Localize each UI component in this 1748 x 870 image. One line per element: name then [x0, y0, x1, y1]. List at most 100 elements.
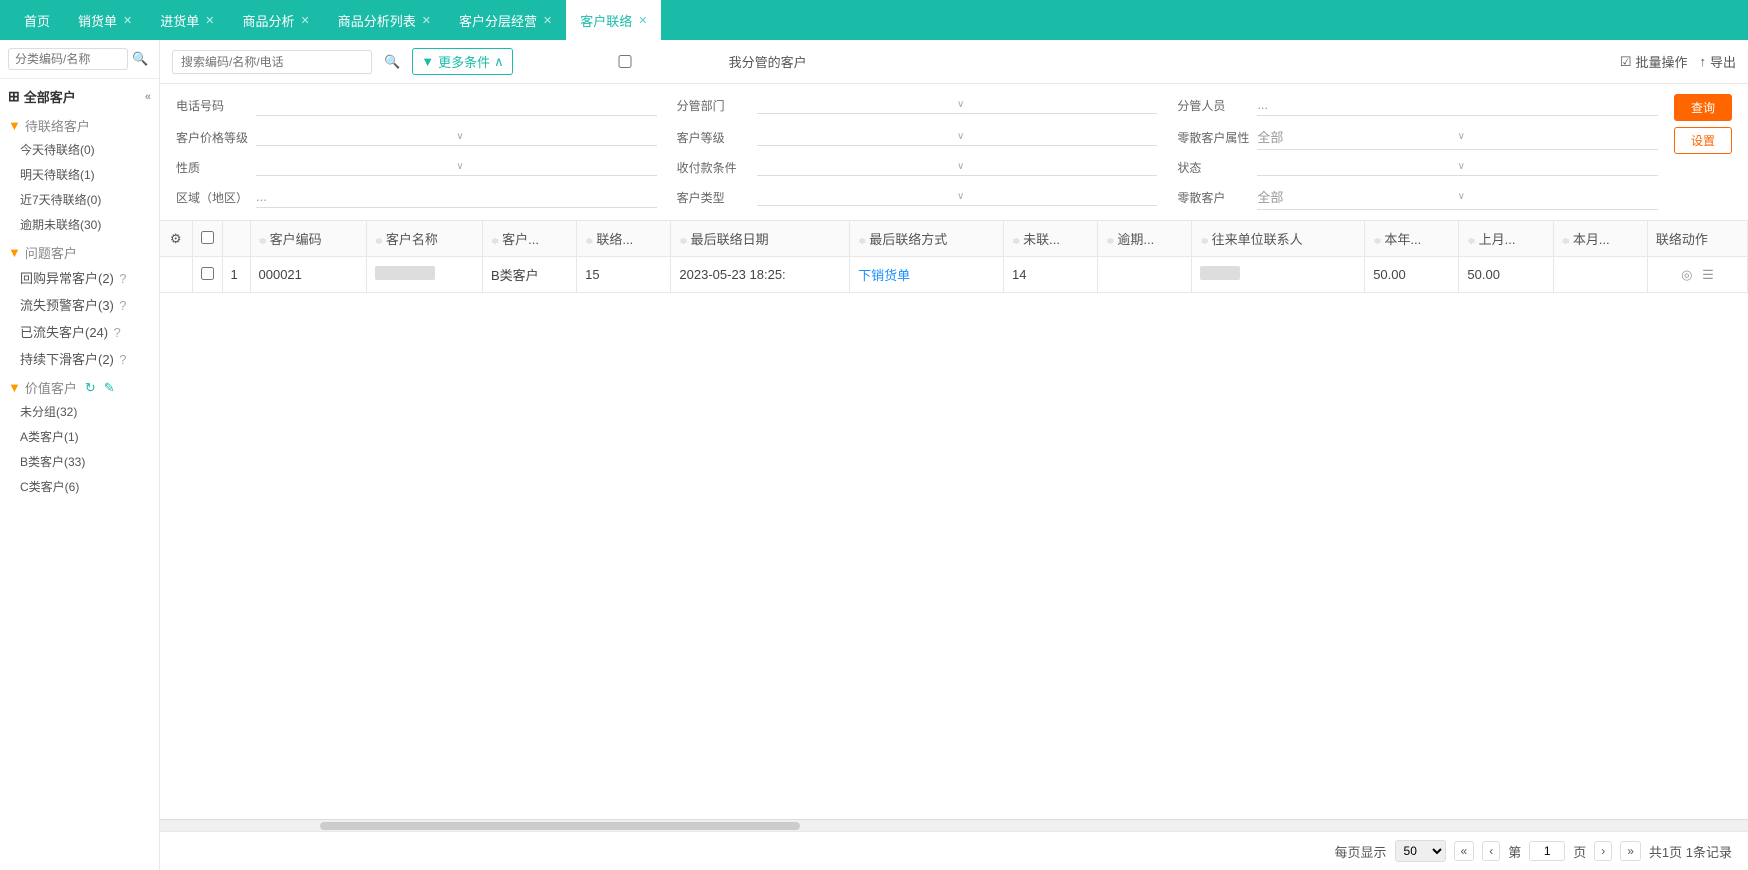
row-code-cell: 000021	[250, 257, 366, 293]
prev-page-btn[interactable]: ‹	[1482, 841, 1500, 861]
col-last-contact-date[interactable]: 最后联络日期	[671, 221, 850, 257]
chevron-icon: ∧	[494, 54, 504, 70]
collapse-icon[interactable]: «	[145, 91, 151, 103]
nav-home[interactable]: 首页	[10, 0, 64, 40]
row-uncontacted-cell: 14	[1003, 257, 1097, 293]
last-contact-method-link[interactable]: 下销货单	[858, 268, 910, 283]
row-checkbox[interactable]	[201, 267, 214, 280]
row-checkbox-cell[interactable]	[192, 257, 222, 293]
my-customers-checkbox-wrap[interactable]: 我分管的客户	[525, 52, 807, 71]
close-icon[interactable]: ✕	[422, 14, 431, 27]
search-icon[interactable]: 🔍	[384, 54, 400, 70]
col-company-contact[interactable]: 往来单位联系人	[1192, 221, 1365, 257]
row-settings-cell	[160, 257, 192, 293]
col-overdue[interactable]: 逾期...	[1098, 221, 1192, 257]
col-customer-name[interactable]: 客户名称	[366, 221, 482, 257]
select-all-checkbox[interactable]	[201, 231, 214, 244]
col-last-contact-method[interactable]: 最后联络方式	[850, 221, 1004, 257]
nav-analysis[interactable]: 商品分析 ✕	[228, 0, 323, 40]
checkbox-icon: ☑	[1620, 54, 1632, 70]
payment-select[interactable]: ∨	[757, 158, 1158, 176]
nature-field: 性质 ∨	[176, 158, 657, 176]
adv-filter-row1: 电话号码 分管部门 ∨	[176, 94, 1658, 116]
nav-sales[interactable]: 销货单 ✕	[64, 0, 146, 40]
last-page-btn[interactable]: »	[1620, 841, 1641, 861]
col-this-year[interactable]: 本年...	[1365, 221, 1459, 257]
retail-customer-select[interactable]: 全部 ∨	[1257, 184, 1658, 210]
col-checkbox[interactable]	[192, 221, 222, 257]
nature-select[interactable]: ∨	[256, 158, 657, 176]
more-conditions-btn[interactable]: ▼ 更多条件 ∧	[412, 48, 512, 75]
content-area: 🔍 ▼ 更多条件 ∧ 我分管的客户 ☑ 批量操作 ↑ 导出	[160, 40, 1748, 870]
close-icon[interactable]: ✕	[205, 14, 214, 27]
sidebar-item-a-class[interactable]: A类客户(1)	[0, 424, 159, 449]
my-customers-checkbox[interactable]	[525, 55, 725, 68]
sidebar-search-input[interactable]	[8, 48, 128, 70]
row-overdue-cell	[1098, 257, 1192, 293]
edit-icon[interactable]: ✎	[104, 380, 115, 396]
sidebar-item-c-class[interactable]: C类客户(6)	[0, 474, 159, 499]
close-icon[interactable]: ✕	[301, 14, 310, 27]
nav-analysis-list[interactable]: 商品分析列表 ✕	[324, 0, 445, 40]
customer-type-select[interactable]: ∨	[757, 188, 1158, 206]
question-icon: ?	[119, 271, 126, 286]
pagination-bar: 每页显示 50 10 20 100 « ‹ 第 页 › » 共1页 1条记录	[160, 831, 1748, 870]
sidebar-item-today[interactable]: 今天待联络(0)	[0, 137, 159, 162]
dept-select[interactable]: ∨	[757, 96, 1158, 114]
row-last-month-cell: 50.00	[1459, 257, 1553, 293]
batch-ops-btn[interactable]: ☑ 批量操作	[1620, 52, 1688, 71]
query-button[interactable]: 查询	[1674, 94, 1732, 121]
chevron-down-icon: ∨	[957, 191, 1157, 202]
sidebar-item-churned[interactable]: 已流失客户(24) ?	[0, 318, 159, 345]
sidebar-item-churn-warning[interactable]: 流失预警客户(3) ?	[0, 291, 159, 318]
phone-input[interactable]	[256, 98, 657, 112]
close-icon[interactable]: ✕	[543, 14, 552, 27]
sidebar-item-ungrouped[interactable]: 未分组(32)	[0, 399, 159, 424]
main-search-input[interactable]	[172, 50, 372, 74]
nav-customer-segment[interactable]: 客户分层经营 ✕	[445, 0, 566, 40]
scrollbar-thumb[interactable]	[320, 822, 800, 830]
status-select[interactable]: ∨	[1257, 158, 1658, 176]
sidebar-all-customers[interactable]: ⊞ 全部客户 «	[0, 79, 159, 110]
price-level-select[interactable]: ∨	[256, 128, 657, 146]
action-btns: ☑ 批量操作 ↑ 导出	[1620, 52, 1736, 71]
col-num	[222, 221, 250, 257]
col-customer-code[interactable]: 客户编码	[250, 221, 366, 257]
horizontal-scrollbar[interactable]	[160, 819, 1748, 831]
payment-field: 收付款条件 ∨	[677, 158, 1158, 176]
dept-field: 分管部门 ∨	[677, 96, 1158, 114]
next-page-btn[interactable]: ›	[1594, 841, 1612, 861]
sidebar-item-7days[interactable]: 近7天待联络(0)	[0, 187, 159, 212]
customer-level-select[interactable]: ∨	[757, 128, 1158, 146]
nav-purchase[interactable]: 进货单 ✕	[146, 0, 228, 40]
page-size-select[interactable]: 50 10 20 100	[1395, 840, 1446, 862]
col-customer-type[interactable]: 客户...	[482, 221, 576, 257]
col-uncontacted[interactable]: 未联...	[1003, 221, 1097, 257]
sidebar-item-b-class[interactable]: B类客户(33)	[0, 449, 159, 474]
first-page-btn[interactable]: «	[1454, 841, 1475, 861]
sidebar-item-overdue[interactable]: 逾期未联络(30)	[0, 212, 159, 237]
action-call-icon[interactable]: ◎	[1681, 267, 1692, 282]
refresh-icon[interactable]: ↻	[85, 380, 96, 396]
sidebar-item-repurchase-abnormal[interactable]: 回购异常客户(2) ?	[0, 264, 159, 291]
adv-filter-panel: 电话号码 分管部门 ∨	[160, 84, 1748, 221]
col-settings[interactable]: ⚙	[160, 221, 192, 257]
sidebar-item-declining[interactable]: 持续下滑客户(2) ?	[0, 345, 159, 372]
retail-customer-field: 零散客户 全部 ∨	[1177, 184, 1658, 210]
nav-customer-contact[interactable]: 客户联络 ✕	[566, 0, 661, 40]
current-page-input[interactable]	[1529, 841, 1565, 861]
sidebar-item-tomorrow[interactable]: 明天待联络(1)	[0, 162, 159, 187]
settings-button[interactable]: 设置	[1674, 127, 1732, 154]
col-contact-count[interactable]: 联络...	[577, 221, 671, 257]
col-last-month[interactable]: 上月...	[1459, 221, 1553, 257]
col-this-month[interactable]: 本月...	[1553, 221, 1647, 257]
search-icon[interactable]: 🔍	[132, 51, 148, 67]
row-action-cell[interactable]: ◎ ☰	[1647, 257, 1747, 293]
close-icon[interactable]: ✕	[638, 14, 647, 27]
close-icon[interactable]: ✕	[123, 14, 132, 27]
retail-attr-select[interactable]: 全部 ∨	[1257, 124, 1658, 150]
sidebar: 🔍 ⊞ 全部客户 « ▼ 待联络客户 今天待联络(0) 明天待联络(1) 近7天…	[0, 40, 160, 870]
row-last-contact-method-cell[interactable]: 下销货单	[850, 257, 1004, 293]
export-btn[interactable]: ↑ 导出	[1699, 52, 1736, 71]
action-more-icon[interactable]: ☰	[1702, 267, 1714, 282]
